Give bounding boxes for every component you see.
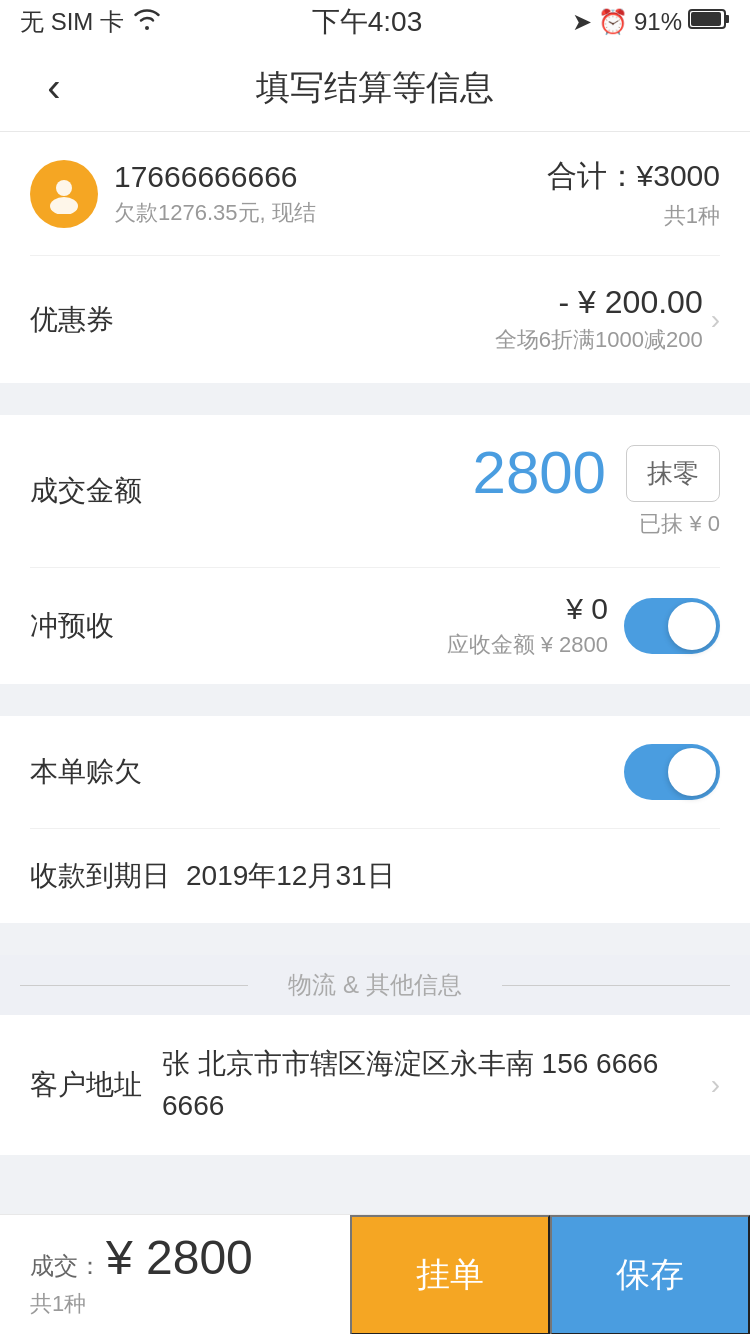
footer-deal-row: 成交： ¥ 2800 — [30, 1230, 320, 1285]
deal-label: 成交金额 — [30, 472, 142, 510]
coupon-desc: 全场6折满1000减200 — [495, 325, 703, 355]
coupon-label: 优惠券 — [30, 301, 114, 339]
prepay-amount: ¥ 0 — [447, 592, 608, 626]
customer-phone: 17666666666 — [114, 160, 316, 194]
prepay-amount-block: ¥ 0 应收金额 ¥ 2800 — [447, 592, 608, 660]
svg-rect-2 — [691, 12, 721, 26]
arrears-toggle-knob — [668, 748, 716, 796]
round-button[interactable]: 抹零 — [626, 445, 720, 502]
logistics-text: 物流 & 其他信息 — [268, 969, 481, 1001]
avatar — [30, 160, 98, 228]
svg-rect-1 — [725, 15, 729, 23]
customer-section: 17666666666 欠款1276.35元, 现结 合计：¥3000 共1种 … — [0, 132, 750, 383]
gray-sep-2 — [0, 700, 750, 716]
total-sub: 共1种 — [547, 201, 720, 231]
total-amount: 合计：¥3000 — [547, 156, 720, 197]
deal-section: 成交金额 2800 抹零 已抹 ¥ 0 冲预收 ¥ 0 应收金额 ¥ 2800 — [0, 415, 750, 684]
customer-sub: 欠款1276.35元, 现结 — [114, 198, 316, 228]
customer-left: 17666666666 欠款1276.35元, 现结 — [30, 160, 316, 228]
address-chevron-icon: › — [711, 1069, 720, 1101]
duedate-row[interactable]: 收款到期日 2019年12月31日 — [0, 829, 750, 923]
prepay-toggle[interactable] — [624, 598, 720, 654]
footer-left: 成交： ¥ 2800 共1种 — [0, 1230, 350, 1319]
arrears-label: 本单赊欠 — [30, 753, 142, 791]
prepay-label: 冲预收 — [30, 607, 114, 645]
footer-amount: ¥ 2800 — [106, 1230, 253, 1285]
logistics-line-left — [20, 985, 248, 986]
logistics-line-right — [502, 985, 730, 986]
prepay-right: ¥ 0 应收金额 ¥ 2800 — [447, 592, 720, 660]
deal-amount-value: 2800 — [473, 443, 606, 503]
back-button[interactable]: ‹ — [24, 58, 84, 118]
page-title: 填写结算等信息 — [256, 65, 494, 111]
duedate-value: 2019年12月31日 — [186, 857, 395, 895]
gray-sep-1 — [0, 399, 750, 415]
deal-amount-row: 成交金额 2800 抹零 已抹 ¥ 0 — [0, 415, 750, 567]
battery-text: 91% — [634, 8, 682, 36]
deal-right: 2800 抹零 已抹 ¥ 0 — [473, 443, 720, 539]
customer-total: 合计：¥3000 共1种 — [547, 156, 720, 231]
coupon-block: - ¥ 200.00 全场6折满1000减200 — [495, 284, 703, 355]
logistics-sep: 物流 & 其他信息 — [0, 955, 750, 1015]
customer-info: 17666666666 欠款1276.35元, 现结 — [114, 160, 316, 228]
status-right: ➤ ⏰ 91% — [572, 8, 730, 36]
coupon-row[interactable]: 优惠券 - ¥ 200.00 全场6折满1000减200 › — [0, 256, 750, 383]
duedate-label: 收款到期日 — [30, 857, 170, 895]
location-icon: ➤ — [572, 8, 592, 36]
battery-icon — [688, 8, 730, 36]
save-button[interactable]: 保存 — [550, 1215, 750, 1335]
deal-sub: 已抹 ¥ 0 — [473, 509, 720, 539]
address-section: 客户地址 张 北京市市辖区海淀区永丰南 156 6666 6666 › — [0, 1015, 750, 1155]
wifi-icon — [132, 8, 162, 36]
address-row[interactable]: 客户地址 张 北京市市辖区海淀区永丰南 156 6666 6666 › — [0, 1015, 750, 1155]
status-bar: 无 SIM 卡 下午4:03 ➤ ⏰ 91% — [0, 0, 750, 44]
status-time: 下午4:03 — [312, 3, 423, 41]
prepay-sub: 应收金额 ¥ 2800 — [447, 630, 608, 660]
deal-right-inner: 2800 抹零 — [473, 443, 720, 503]
status-left: 无 SIM 卡 — [20, 6, 162, 38]
clock-icon: ⏰ — [598, 8, 628, 36]
coupon-right: - ¥ 200.00 全场6折满1000减200 › — [495, 284, 720, 355]
customer-row: 17666666666 欠款1276.35元, 现结 合计：¥3000 共1种 — [0, 132, 750, 255]
svg-point-3 — [56, 180, 72, 196]
prepay-row: 冲预收 ¥ 0 应收金额 ¥ 2800 — [0, 568, 750, 684]
arrears-row: 本单赊欠 — [0, 716, 750, 828]
toggle-knob — [668, 602, 716, 650]
address-label: 客户地址 — [30, 1066, 142, 1104]
footer-bar: 成交： ¥ 2800 共1种 挂单 保存 — [0, 1214, 750, 1334]
arrears-section: 本单赊欠 收款到期日 2019年12月31日 — [0, 716, 750, 923]
footer-count: 共1种 — [30, 1289, 320, 1319]
no-sim-text: 无 SIM 卡 — [20, 6, 124, 38]
nav-bar: ‹ 填写结算等信息 — [0, 44, 750, 132]
svg-point-4 — [50, 197, 78, 214]
hold-button[interactable]: 挂单 — [350, 1215, 550, 1335]
back-icon: ‹ — [47, 65, 60, 110]
gray-sep-3 — [0, 939, 750, 955]
chevron-right-icon: › — [711, 304, 720, 336]
arrears-toggle[interactable] — [624, 744, 720, 800]
coupon-discount: - ¥ 200.00 — [495, 284, 703, 321]
address-chevron: › — [711, 1069, 720, 1101]
footer-deal-label: 成交： — [30, 1250, 102, 1282]
address-value: 张 北京市市辖区海淀区永丰南 156 6666 6666 — [162, 1043, 711, 1127]
